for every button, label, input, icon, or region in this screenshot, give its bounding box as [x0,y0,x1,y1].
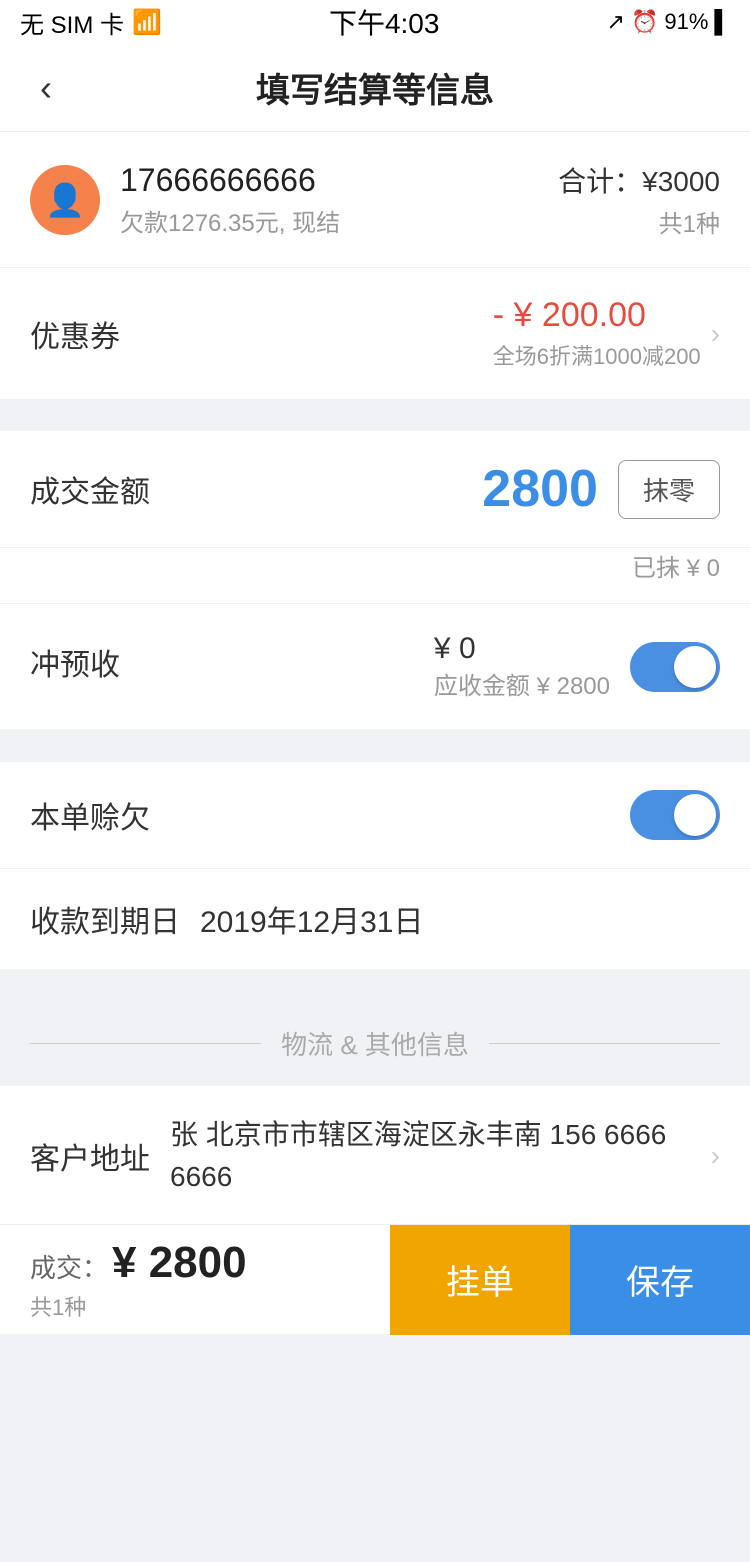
page-title: 填写结算等信息 [256,63,494,112]
prepay-row: 冲预收 ¥ 0 应收金额 ¥ 2800 [0,603,750,729]
deal-amount: 2800 [482,459,598,519]
section-divider-2 [0,745,750,761]
status-right: ↗ ⏰ 91% ▌ [607,9,730,35]
deal-row: 成交金额 2800 抹零 [0,431,750,548]
deal-right: 2800 抹零 [482,459,720,519]
user-left: 👤 17666666666 欠款1276.35元, 现结 [30,162,340,238]
address-value: 张 北京市市辖区海淀区永丰南 156 6666 6666 [150,1114,711,1198]
logistics-label: 物流 & 其他信息 [281,1025,469,1062]
user-row: 👤 17666666666 欠款1276.35元, 现结 合计：¥3000 共1… [0,132,750,267]
bottom-bar: 成交： ¥ 2800 共1种 挂单 保存 [0,1224,750,1334]
prepay-toggle[interactable] [630,642,720,692]
coupon-right: - ¥ 200.00 全场6折满1000减200 › [493,296,720,371]
user-card: 👤 17666666666 欠款1276.35元, 现结 合计：¥3000 共1… [0,132,750,399]
battery-label: 91% [664,9,708,35]
address-chevron-icon: › [711,1140,720,1172]
user-count: 共1种 [558,204,720,239]
debt-label: 本单赊欠 [30,793,150,837]
bottom-amount: ¥ 2800 [112,1238,247,1288]
coupon-amount: - ¥ 200.00 [493,296,701,335]
coupon-label: 优惠券 [30,312,120,356]
location-icon: ↗ [607,9,625,35]
wifi-icon: 📶 [132,8,162,37]
status-time: 下午4:03 [329,2,440,42]
debt-row: 本单赊欠 [0,761,750,868]
logistics-line-left [30,1043,261,1044]
logistics-divider: 物流 & 其他信息 [0,1001,750,1086]
coupon-desc: 全场6折满1000减200 [493,339,701,371]
bottom-summary: 成交： ¥ 2800 共1种 [0,1238,390,1322]
due-date-row: 收款到期日 2019年12月31日 [0,868,750,969]
address-label: 客户地址 [30,1134,150,1178]
save-button[interactable]: 保存 [570,1225,750,1335]
avatar-icon: 👤 [45,181,85,219]
prepay-amount: ¥ 0 [434,632,610,666]
user-info: 17666666666 欠款1276.35元, 现结 [120,162,340,238]
due-date-value: 2019年12月31日 [200,897,423,941]
coupon-row[interactable]: 优惠券 - ¥ 200.00 全场6折满1000减200 › [0,267,750,399]
user-phone: 17666666666 [120,162,340,199]
battery-icon: ▌ [714,9,730,35]
nav-bar: ‹ 填写结算等信息 [0,44,750,132]
due-date-label: 收款到期日 [30,897,180,941]
prepay-sub: 应收金额 ¥ 2800 [434,666,610,701]
debt-toggle[interactable] [630,790,720,840]
deal-card: 成交金额 2800 抹零 已抹 ¥ 0 冲预收 ¥ 0 应收金额 ¥ 2800 [0,431,750,729]
deal-sub: 已抹 ¥ 0 [632,548,720,583]
alarm-icon: ⏰ [631,9,658,35]
hang-button[interactable]: 挂单 [390,1225,570,1335]
prepay-label: 冲预收 [30,632,120,684]
user-sub: 欠款1276.35元, 现结 [120,203,340,238]
sim-label: 无 SIM 卡 [20,5,124,40]
deal-label: 成交金额 [30,467,150,511]
coupon-chevron-icon: › [711,318,720,350]
back-button[interactable]: ‹ [30,57,62,119]
address-row[interactable]: 客户地址 张 北京市市辖区海淀区永丰南 156 6666 6666 › [0,1086,750,1226]
prepay-right: ¥ 0 应收金额 ¥ 2800 [434,632,720,701]
round-zero-button[interactable]: 抹零 [618,460,720,519]
bottom-count: 共1种 [30,1290,360,1322]
avatar: 👤 [30,165,100,235]
user-right: 合计：¥3000 共1种 [558,160,720,239]
user-total: 合计：¥3000 [558,160,720,200]
content-area: 👤 17666666666 欠款1276.35元, 现结 合计：¥3000 共1… [0,132,750,1562]
status-left: 无 SIM 卡 📶 [20,5,162,40]
status-bar: 无 SIM 卡 📶 下午4:03 ↗ ⏰ 91% ▌ [0,0,750,44]
bottom-total-label: 成交： [30,1248,108,1285]
logistics-line-right [489,1043,720,1044]
section-divider-1 [0,415,750,431]
debt-card: 本单赊欠 收款到期日 2019年12月31日 [0,761,750,969]
section-divider-3 [0,985,750,1001]
address-card: 客户地址 张 北京市市辖区海淀区永丰南 156 6666 6666 › [0,1086,750,1226]
